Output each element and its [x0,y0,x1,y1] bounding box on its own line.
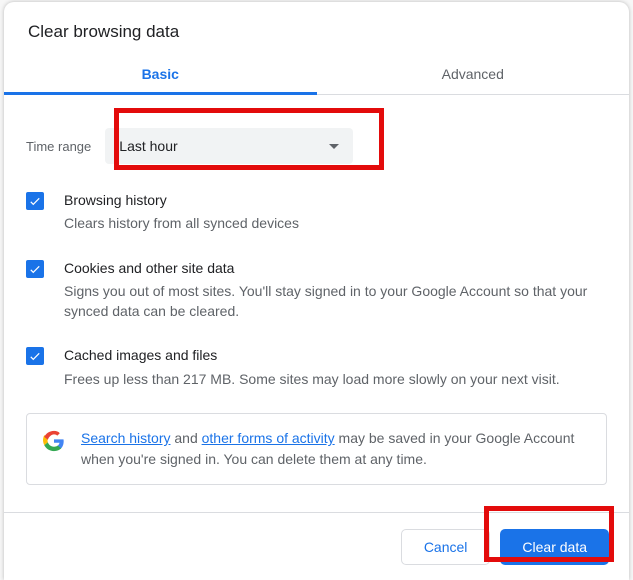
option-text: Cached images and files Frees up less th… [64,345,560,389]
tabs: Basic Advanced [4,56,629,95]
time-range-row: Time range Last hour [26,128,607,164]
option-title: Browsing history [64,190,299,210]
option-title: Cached images and files [64,345,560,365]
google-account-info: Search history and other forms of activi… [26,413,607,485]
clear-browsing-data-dialog: Clear browsing data Basic Advanced Time … [4,2,629,580]
tab-advanced[interactable]: Advanced [317,56,630,94]
option-title: Cookies and other site data [64,258,607,278]
tab-basic[interactable]: Basic [4,56,317,94]
clear-data-button[interactable]: Clear data [500,529,609,565]
option-text: Cookies and other site data Signs you ou… [64,258,607,322]
option-text: Browsing history Clears history from all… [64,190,299,234]
option-desc: Signs you out of most sites. You'll stay… [64,281,607,322]
search-history-link[interactable]: Search history [81,430,170,446]
checkbox-cookies[interactable] [26,260,44,278]
time-range-label: Time range [26,139,91,154]
option-browsing-history: Browsing history Clears history from all… [26,190,607,234]
cancel-button[interactable]: Cancel [401,529,491,565]
google-logo-icon [43,430,65,452]
option-cache: Cached images and files Frees up less th… [26,345,607,389]
option-cookies: Cookies and other site data Signs you ou… [26,258,607,322]
option-desc: Clears history from all synced devices [64,213,299,233]
time-range-select[interactable]: Last hour [105,128,353,164]
dialog-title: Clear browsing data [4,2,629,56]
dialog-content: Time range Last hour Browsing history Cl… [4,108,629,512]
checkbox-cache[interactable] [26,347,44,365]
other-activity-link[interactable]: other forms of activity [202,430,335,446]
dialog-footer: Cancel Clear data [4,512,629,580]
info-text: Search history and other forms of activi… [81,428,590,470]
check-icon [28,349,42,363]
time-range-value: Last hour [119,138,177,154]
check-icon [28,194,42,208]
chevron-down-icon [329,144,339,149]
check-icon [28,262,42,276]
option-desc: Frees up less than 217 MB. Some sites ma… [64,369,560,389]
checkbox-browsing-history[interactable] [26,192,44,210]
